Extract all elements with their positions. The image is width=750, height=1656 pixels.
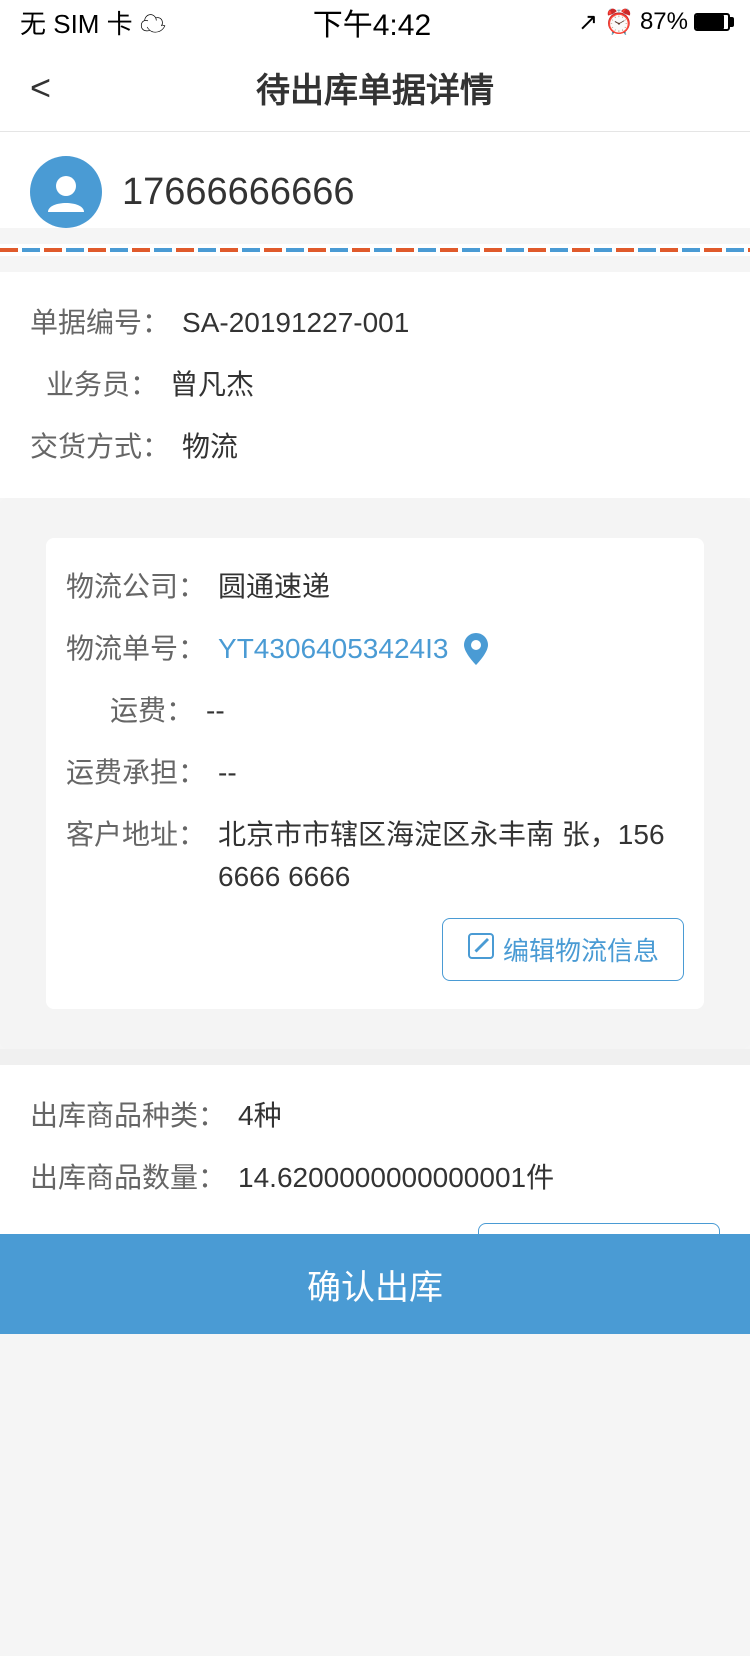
user-avatar-icon <box>44 170 88 214</box>
tracking-no-row: 物流单号： YT43064053424I3 <box>66 628 684 670</box>
tracking-no-label: 物流单号： <box>66 628 218 670</box>
user-header: 17666666666 <box>0 132 750 228</box>
bottom-spacer <box>0 1316 750 1556</box>
location-pin-icon[interactable] <box>458 631 494 667</box>
delivery-value: 物流 <box>182 426 720 468</box>
delivery-label: 交货方式： <box>30 426 182 468</box>
salesman-label: 业务员： <box>30 364 170 406</box>
goods-quantity-row: 出库商品数量： 14.6200000000000001件 <box>30 1157 720 1199</box>
goods-category-value: 4种 <box>238 1095 720 1137</box>
status-bar: 无 SIM 卡 ☁ 下午4:42 ↗ ⏰ 87% <box>0 0 750 44</box>
freight-bearer-value: -- <box>218 752 684 794</box>
edit-icon <box>467 932 495 967</box>
user-phone: 17666666666 <box>122 171 354 214</box>
freight-bearer-label: 运费承担： <box>66 752 218 794</box>
freight-row: 运费： -- <box>66 690 684 732</box>
salesman-row: 业务员： 曾凡杰 <box>30 364 720 406</box>
delivery-row: 交货方式： 物流 <box>30 426 720 468</box>
alarm-icon: ⏰ <box>604 8 634 37</box>
section-divider <box>0 1049 750 1065</box>
goods-quantity-value: 14.6200000000000001件 <box>238 1157 720 1199</box>
edit-logistics-container: 编辑物流信息 <box>66 918 684 981</box>
order-info-section: 单据编号： SA-20191227-001 业务员： 曾凡杰 交货方式： 物流 <box>0 272 750 498</box>
confirm-label: 确认出库 <box>307 1260 443 1309</box>
goods-category-row: 出库商品种类： 4种 <box>30 1095 720 1137</box>
logistics-company-label: 物流公司： <box>66 566 218 608</box>
freight-bearer-row: 运费承担： -- <box>66 752 684 794</box>
address-label: 客户地址： <box>66 814 218 856</box>
back-button[interactable]: < <box>30 57 61 119</box>
logistics-company-value: 圆通速递 <box>218 566 684 608</box>
logistics-section: 物流公司： 圆通速递 物流单号： YT43064053424I3 运费： <box>0 498 750 1049</box>
tracking-no-value: YT43064053424I3 <box>218 628 684 670</box>
battery-icon <box>694 13 730 31</box>
address-row: 客户地址： 北京市市辖区海淀区永丰南 张，156 6666 6666 <box>66 814 684 898</box>
freight-label: 运费： <box>66 690 206 732</box>
goods-category-label: 出库商品种类： <box>30 1095 238 1137</box>
freight-value: -- <box>206 690 684 732</box>
dashed-divider <box>0 244 750 256</box>
nav-bar: < 待出库单据详情 <box>0 44 750 132</box>
sim-status: 无 SIM 卡 ☁ <box>20 4 166 41</box>
order-no-value: SA-20191227-001 <box>182 302 720 344</box>
status-bar-right: ↗ ⏰ 87% <box>578 8 730 37</box>
logistics-card: 物流公司： 圆通速递 物流单号： YT43064053424I3 运费： <box>46 538 704 1009</box>
avatar <box>30 156 102 228</box>
order-no-label: 单据编号： <box>30 302 182 344</box>
edit-logistics-button[interactable]: 编辑物流信息 <box>442 918 684 981</box>
status-bar-time: 下午4:42 <box>313 0 431 44</box>
location-icon-status: ↗ <box>578 8 598 37</box>
confirm-button[interactable]: 确认出库 <box>0 1234 750 1334</box>
address-value: 北京市市辖区海淀区永丰南 张，156 6666 6666 <box>218 814 684 898</box>
battery-level: 87% <box>640 8 688 36</box>
edit-logistics-label: 编辑物流信息 <box>503 931 659 968</box>
logistics-company-row: 物流公司： 圆通速递 <box>66 566 684 608</box>
page-title: 待出库单据详情 <box>256 63 494 112</box>
salesman-value: 曾凡杰 <box>170 364 720 406</box>
status-bar-left: 无 SIM 卡 ☁ <box>20 4 166 41</box>
goods-quantity-label: 出库商品数量： <box>30 1157 238 1199</box>
order-no-row: 单据编号： SA-20191227-001 <box>30 302 720 344</box>
